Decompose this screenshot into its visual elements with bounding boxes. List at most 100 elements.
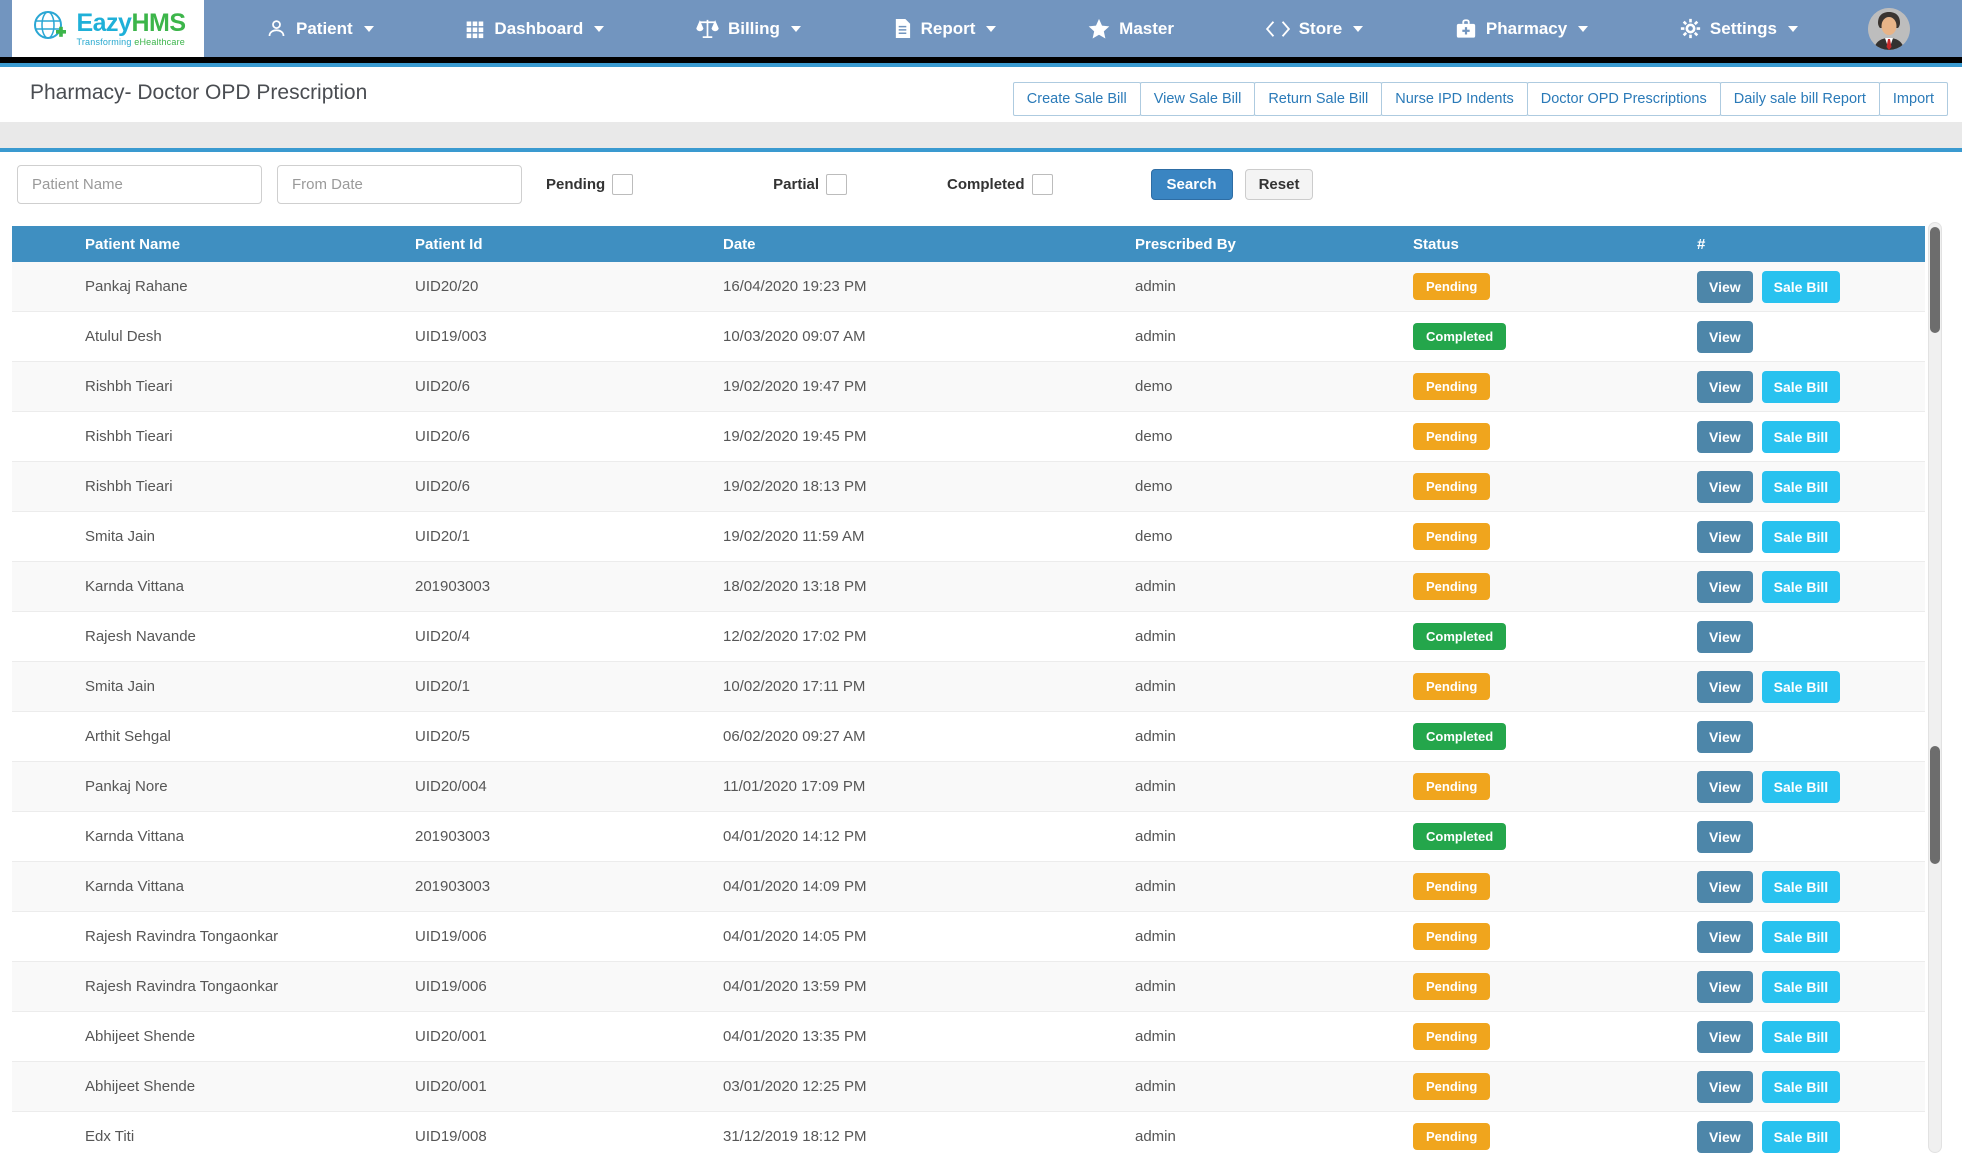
from-date-input[interactable]: [277, 165, 522, 204]
view-button[interactable]: View: [1697, 1120, 1753, 1153]
status-badge: Pending: [1413, 273, 1491, 300]
column-header-patient-id: Patient Id: [415, 235, 483, 253]
view-button[interactable]: View: [1697, 1070, 1753, 1103]
cell-prescribed-by: admin: [1135, 1078, 1176, 1095]
cell-prescribed-by: admin: [1135, 628, 1176, 645]
partial-checkbox[interactable]: [826, 174, 848, 195]
cell-patient-name: Karnda Vittana: [85, 828, 184, 845]
sale-bill-button[interactable]: Sale Bill: [1761, 1120, 1841, 1153]
sale-bill-button[interactable]: Sale Bill: [1761, 970, 1841, 1003]
sale-bill-button[interactable]: Sale Bill: [1761, 870, 1841, 903]
status-badge: Pending: [1413, 473, 1491, 500]
view-button[interactable]: View: [1697, 470, 1753, 503]
table-header-row: Patient Name Patient Id Date Prescribed …: [12, 226, 1925, 262]
cell-patient-id: 201903003: [415, 878, 491, 895]
prescriptions-table: Patient Name Patient Id Date Prescribed …: [12, 226, 1925, 1153]
cell-actions: View: [1697, 720, 1925, 753]
user-avatar[interactable]: [1868, 7, 1910, 50]
view-button[interactable]: View: [1697, 370, 1753, 403]
doctor-opd-prescriptions-button[interactable]: Doctor OPD Prescriptions: [1526, 82, 1721, 116]
status-badge: Completed: [1413, 723, 1507, 750]
view-button[interactable]: View: [1697, 320, 1753, 353]
sale-bill-button[interactable]: Sale Bill: [1761, 520, 1841, 553]
brand-logo[interactable]: EazyHMS Transforming eHealthcare: [12, 0, 204, 57]
partial-checkbox-label: Partial: [773, 176, 820, 193]
sale-bill-button[interactable]: Sale Bill: [1761, 1070, 1841, 1103]
store-icon: [1265, 19, 1290, 39]
cell-patient-name: Rishbh Tieari: [85, 478, 173, 495]
view-button[interactable]: View: [1697, 970, 1753, 1003]
view-button[interactable]: View: [1697, 570, 1753, 603]
view-button[interactable]: View: [1697, 720, 1753, 753]
cell-prescribed-by: admin: [1135, 328, 1176, 345]
nav-item-dashboard[interactable]: Dashboard: [465, 19, 605, 39]
cell-actions: View Sale Bill: [1697, 670, 1925, 703]
nav-item-pharmacy[interactable]: Pharmacy: [1455, 18, 1589, 39]
vertical-scrollbar[interactable]: [1928, 222, 1942, 1153]
sale-bill-button[interactable]: Sale Bill: [1761, 770, 1841, 803]
search-button[interactable]: Search: [1150, 169, 1233, 200]
cell-date: 31/12/2019 18:12 PM: [723, 1128, 867, 1145]
sale-bill-button[interactable]: Sale Bill: [1761, 1020, 1841, 1053]
sale-bill-button[interactable]: Sale Bill: [1761, 370, 1841, 403]
cell-date: 03/01/2020 12:25 PM: [723, 1078, 867, 1095]
view-button[interactable]: View: [1697, 620, 1753, 653]
view-button[interactable]: View: [1697, 770, 1753, 803]
pharmacy-action-tabs: Create Sale Bill View Sale Bill Return S…: [1012, 82, 1948, 116]
import-button[interactable]: Import: [1878, 82, 1948, 116]
sale-bill-button[interactable]: Sale Bill: [1761, 420, 1841, 453]
table-row: Rajesh Navande UID20/4 12/02/2020 17:02 PM…: [12, 612, 1925, 662]
cell-actions: View Sale Bill: [1697, 420, 1925, 453]
scrollbar-thumb-upper[interactable]: [1930, 227, 1940, 333]
status-badge: Pending: [1413, 873, 1491, 900]
sale-bill-button[interactable]: Sale Bill: [1761, 570, 1841, 603]
patient-name-input[interactable]: [17, 165, 262, 204]
daily-sale-bill-report-button[interactable]: Daily sale bill Report: [1719, 82, 1880, 116]
gear-icon: [1680, 18, 1701, 39]
table-row: Karnda Vittana 201903003 04/01/2020 14:12 …: [12, 812, 1925, 862]
cell-patient-name: Rishbh Tieari: [85, 428, 173, 445]
nav-item-master[interactable]: Master: [1088, 18, 1174, 39]
completed-checkbox[interactable]: [1031, 174, 1053, 195]
scrollbar-thumb-lower[interactable]: [1930, 746, 1940, 864]
view-button[interactable]: View: [1697, 820, 1753, 853]
view-sale-bill-button[interactable]: View Sale Bill: [1139, 82, 1256, 116]
nav-item-settings[interactable]: Settings: [1680, 18, 1798, 39]
cell-status: Pending: [1413, 573, 1697, 600]
view-button[interactable]: View: [1697, 420, 1753, 453]
sale-bill-button[interactable]: Sale Bill: [1761, 470, 1841, 503]
cell-patient-id: UID20/4: [415, 628, 471, 645]
pending-checkbox[interactable]: [612, 174, 634, 195]
cell-status: Completed: [1413, 823, 1697, 850]
cell-patient-id: UID20/6: [415, 478, 471, 495]
nav-item-patient[interactable]: Patient: [266, 18, 374, 39]
cell-patient-name: Smita Jain: [85, 678, 156, 695]
cell-patient-name: Rajesh Ravindra Tongaonkar: [85, 978, 279, 995]
main-nav: Patient Dashboard Billing Report Master …: [204, 18, 1868, 39]
cell-prescribed-by: demo: [1135, 378, 1173, 395]
sale-bill-button[interactable]: Sale Bill: [1761, 670, 1841, 703]
cell-patient-name: Arthit Sehgal: [85, 728, 171, 745]
create-sale-bill-button[interactable]: Create Sale Bill: [1012, 82, 1141, 116]
return-sale-bill-button[interactable]: Return Sale Bill: [1254, 82, 1383, 116]
status-badge: Completed: [1413, 323, 1507, 350]
nurse-ipd-indents-button[interactable]: Nurse IPD Indents: [1381, 82, 1528, 116]
nav-item-report[interactable]: Report: [893, 18, 997, 39]
nav-item-store[interactable]: Store: [1265, 19, 1364, 39]
view-button[interactable]: View: [1697, 1020, 1753, 1053]
cell-patient-id: UID20/6: [415, 378, 471, 395]
cell-date: 19/02/2020 18:13 PM: [723, 478, 867, 495]
reset-button[interactable]: Reset: [1244, 169, 1314, 200]
sale-bill-button[interactable]: Sale Bill: [1761, 270, 1841, 303]
cell-patient-id: UID20/1: [415, 528, 471, 545]
cell-actions: View Sale Bill: [1697, 770, 1925, 803]
sale-bill-button[interactable]: Sale Bill: [1761, 920, 1841, 953]
table-body: Pankaj Rahane UID20/20 16/04/2020 19:23 PM…: [12, 262, 1925, 1153]
nav-item-billing[interactable]: Billing: [696, 18, 801, 39]
view-button[interactable]: View: [1697, 270, 1753, 303]
view-button[interactable]: View: [1697, 520, 1753, 553]
view-button[interactable]: View: [1697, 920, 1753, 953]
view-button[interactable]: View: [1697, 870, 1753, 903]
view-button[interactable]: View: [1697, 670, 1753, 703]
completed-checkbox-label: Completed: [947, 176, 1025, 193]
